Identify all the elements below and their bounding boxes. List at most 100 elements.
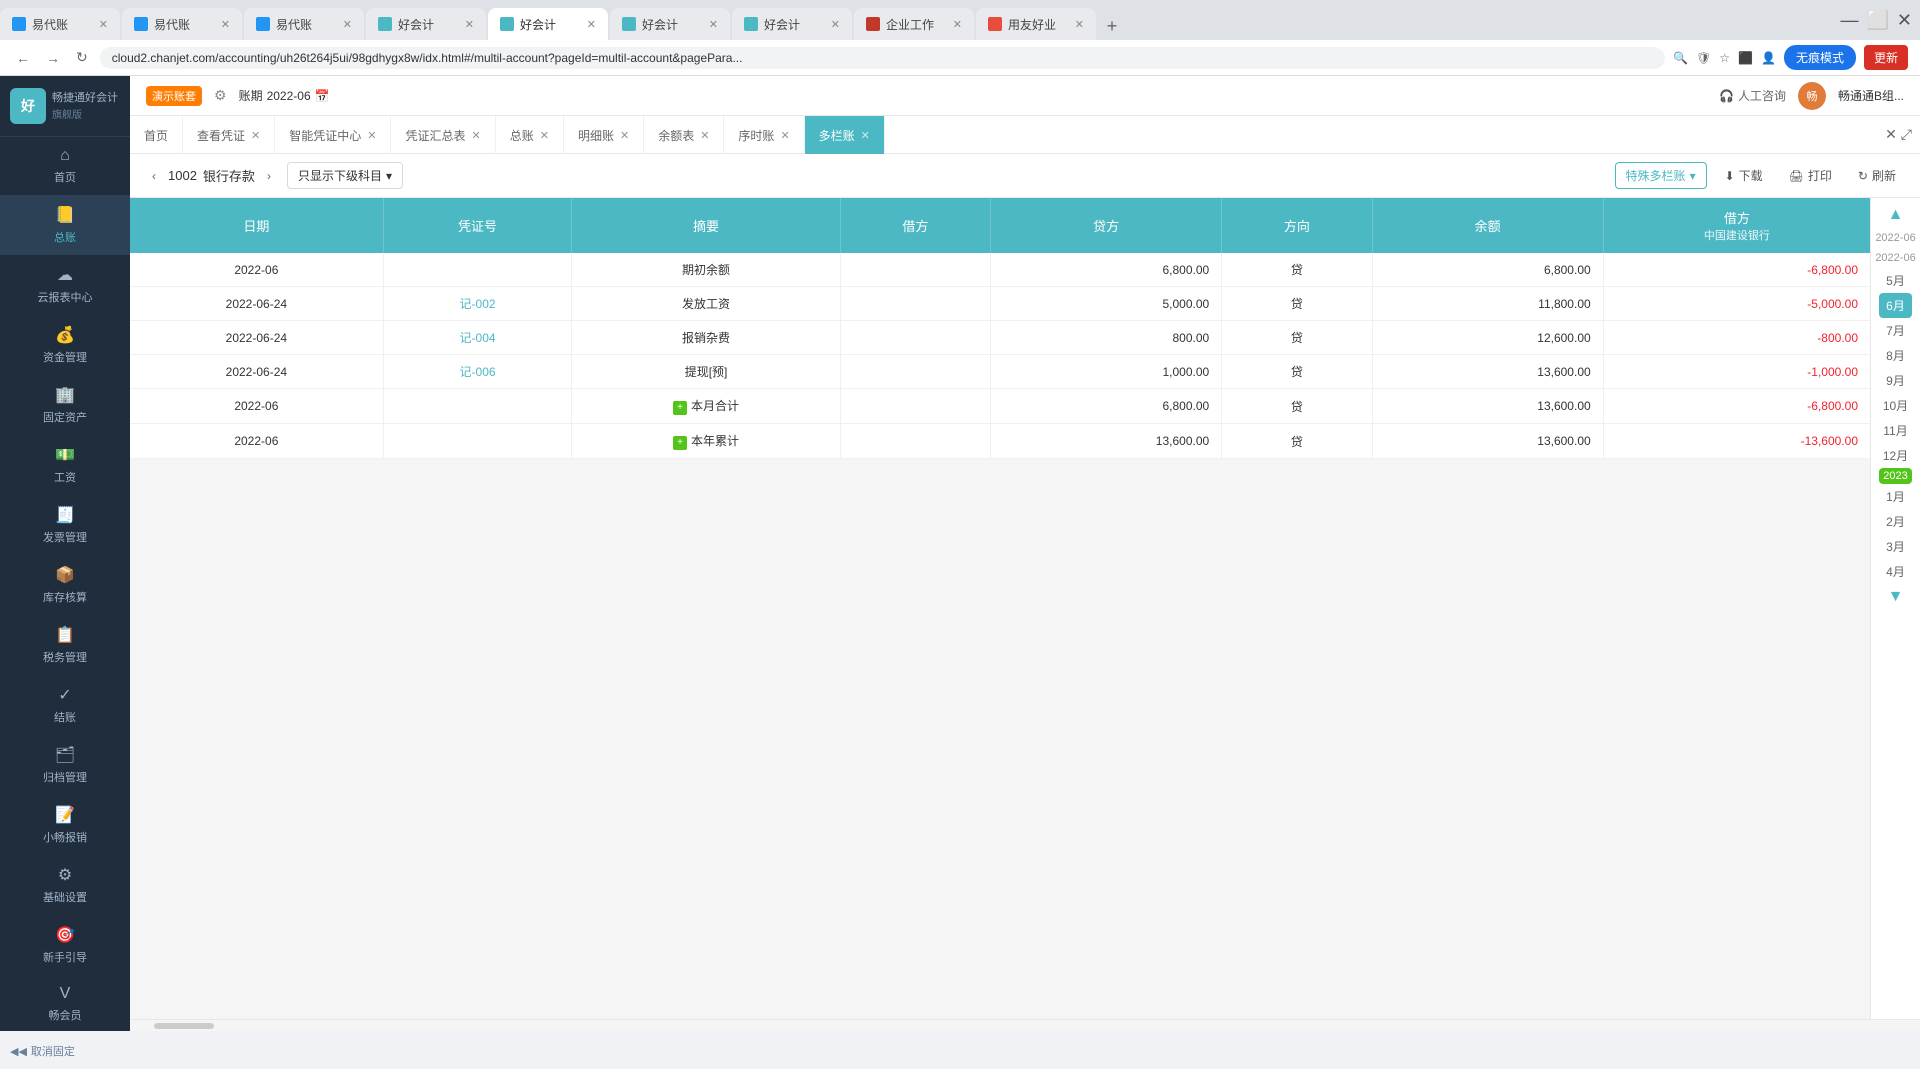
page-tab-4[interactable]: 总账 ✕ bbox=[496, 116, 564, 154]
page-tab-close-4[interactable]: ✕ bbox=[540, 129, 549, 142]
timeline-month-12月[interactable]: 12月 bbox=[1879, 443, 1911, 468]
horizontal-scrollbar[interactable] bbox=[130, 1019, 1920, 1031]
sidebar-item-工资[interactable]: 💵工资 bbox=[0, 435, 130, 495]
sidebar-item-结账[interactable]: ✓结账 bbox=[0, 675, 130, 735]
cell-voucher-3[interactable]: 记-006 bbox=[383, 355, 572, 389]
timeline-month-7月[interactable]: 7月 bbox=[1879, 318, 1911, 343]
voucher-link-3[interactable]: 记-006 bbox=[460, 365, 496, 379]
sidebar-item-畅会员[interactable]: V畅会员 bbox=[0, 975, 130, 1033]
table-row-0: 2022-06 期初余额 6,800.00 贷 6,800.00 -6,800.… bbox=[130, 253, 1870, 287]
page-tab-close-7[interactable]: ✕ bbox=[780, 129, 789, 142]
sidebar-item-云报表中心[interactable]: ☁云报表中心 bbox=[0, 255, 130, 315]
page-tab-6[interactable]: 余额表 ✕ bbox=[644, 116, 724, 154]
search-icon[interactable]: 🔍 bbox=[1673, 51, 1688, 65]
filter-dropdown[interactable]: 只显示下级科目 ▾ bbox=[287, 162, 403, 189]
cell-balance-1: 11,800.00 bbox=[1372, 287, 1603, 321]
scrollbar-thumb[interactable] bbox=[154, 1023, 214, 1029]
minimize-button[interactable]: — bbox=[1840, 10, 1858, 31]
forward-button[interactable]: → bbox=[42, 46, 64, 70]
timeline-month2-4月[interactable]: 4月 bbox=[1879, 559, 1911, 584]
close-window-button[interactable]: ✕ bbox=[1897, 10, 1912, 31]
page-tab-8[interactable]: 多栏账 ✕ bbox=[805, 116, 885, 154]
sidebar-item-小畅报销[interactable]: 📝小畅报销 bbox=[0, 795, 130, 855]
timeline-scroll-down[interactable]: ▼ bbox=[1884, 584, 1908, 610]
print-icon: 🖨 bbox=[1789, 169, 1804, 183]
browser-tab-2[interactable]: 易代账✕ bbox=[244, 8, 364, 40]
page-tab-0[interactable]: 首页 bbox=[130, 116, 183, 154]
sidebar-item-首页[interactable]: ⌂首页 bbox=[0, 137, 130, 195]
back-button[interactable]: ← bbox=[12, 46, 34, 70]
table-container[interactable]: 日期 凭证号 摘要 借方 贷方 方向 余额 借方 中国建设银行 bbox=[130, 198, 1870, 1019]
page-tab-5[interactable]: 明细账 ✕ bbox=[564, 116, 644, 154]
multi-col-button[interactable]: 特殊多栏账 ▾ bbox=[1615, 162, 1707, 189]
bookmark-icon[interactable]: ☆ bbox=[1719, 51, 1730, 65]
browser-tab-3[interactable]: 好会计✕ bbox=[366, 8, 486, 40]
refresh-button[interactable]: ↻ 刷新 bbox=[1850, 163, 1904, 188]
sidebar-item-发票管理[interactable]: 🧾发票管理 bbox=[0, 495, 130, 555]
sidebar-item-固定资产[interactable]: 🏢固定资产 bbox=[0, 375, 130, 435]
voucher-link-1[interactable]: 记-002 bbox=[460, 297, 496, 311]
profile-icon[interactable]: 👤 bbox=[1761, 51, 1776, 65]
timeline-month-8月[interactable]: 8月 bbox=[1879, 343, 1911, 368]
sidebar-item-库存核算[interactable]: 📦库存核算 bbox=[0, 555, 130, 615]
timeline-month2-3月[interactable]: 3月 bbox=[1879, 534, 1911, 559]
expand-panel-button[interactable]: ⤢ bbox=[1901, 126, 1912, 143]
timeline-month-11月[interactable]: 11月 bbox=[1879, 418, 1911, 443]
timeline-month2-2月[interactable]: 2月 bbox=[1879, 509, 1911, 534]
page-tab-close-6[interactable]: ✕ bbox=[700, 129, 709, 142]
download-button[interactable]: ⬇ 下载 bbox=[1717, 163, 1771, 188]
sidebar-item-基础设置[interactable]: ⚙基础设置 bbox=[0, 855, 130, 915]
settings-icon[interactable]: ⚙ bbox=[214, 87, 227, 104]
timeline-month-6月[interactable]: 6月 bbox=[1879, 293, 1911, 318]
sidebar-item-资金管理[interactable]: 💰资金管理 bbox=[0, 315, 130, 375]
browser-tab-8[interactable]: 用友好业✕ bbox=[976, 8, 1096, 40]
page-tab-close-8[interactable]: ✕ bbox=[861, 129, 870, 142]
cell-balance-4: 13,600.00 bbox=[1372, 389, 1603, 424]
browser-tab-0[interactable]: 易代账✕ bbox=[0, 8, 120, 40]
timeline-month2-1月[interactable]: 1月 bbox=[1879, 484, 1911, 509]
browser-tab-5[interactable]: 好会计✕ bbox=[610, 8, 730, 40]
th-balance: 余额 bbox=[1372, 198, 1603, 253]
browser-tab-4[interactable]: 好会计✕ bbox=[488, 8, 608, 40]
new-tab-button[interactable]: + bbox=[1098, 12, 1126, 40]
page-tab-close-2[interactable]: ✕ bbox=[367, 129, 376, 142]
browser-tab-7[interactable]: 企业工作✕ bbox=[854, 8, 974, 40]
page-tab-2[interactable]: 智能凭证中心 ✕ bbox=[275, 116, 391, 154]
window-extend-icon[interactable]: ⬛ bbox=[1738, 51, 1753, 65]
prev-subject-button[interactable]: ‹ bbox=[146, 167, 162, 185]
sidebar-unpin-button[interactable]: ◀◀ 取消固定 bbox=[0, 1033, 130, 1069]
voucher-link-2[interactable]: 记-004 bbox=[460, 331, 496, 345]
sidebar-item-税务管理[interactable]: 📋税务管理 bbox=[0, 615, 130, 675]
browser-tab-1[interactable]: 易代账✕ bbox=[122, 8, 242, 40]
service-button[interactable]: 🎧 人工咨询 bbox=[1719, 87, 1786, 104]
maximize-button[interactable]: ⬜ bbox=[1866, 10, 1888, 31]
page-tab-3[interactable]: 凭证汇总表 ✕ bbox=[391, 116, 495, 154]
timeline-scroll-up[interactable]: ▲ bbox=[1884, 202, 1908, 228]
close-panel-button[interactable]: ✕ bbox=[1885, 126, 1897, 143]
nav-icon-11: 📝 bbox=[55, 805, 75, 825]
calendar-icon[interactable]: 📅 bbox=[315, 89, 330, 103]
next-subject-button[interactable]: › bbox=[261, 167, 277, 185]
print-button[interactable]: 🖨 打印 bbox=[1781, 163, 1840, 188]
page-tab-close-3[interactable]: ✕ bbox=[472, 129, 481, 142]
update-button[interactable]: 更新 bbox=[1864, 45, 1908, 70]
timeline-month-5月[interactable]: 5月 bbox=[1879, 268, 1911, 293]
cell-voucher-2[interactable]: 记-004 bbox=[383, 321, 572, 355]
page-tab-close-1[interactable]: ✕ bbox=[251, 129, 260, 142]
timeline-year-badge[interactable]: 2023 bbox=[1879, 468, 1911, 484]
page-tab-1[interactable]: 查看凭证 ✕ bbox=[183, 116, 275, 154]
timeline-month-9月[interactable]: 9月 bbox=[1879, 368, 1911, 393]
cell-voucher-1[interactable]: 记-002 bbox=[383, 287, 572, 321]
sidebar-item-总账[interactable]: 📒总账 bbox=[0, 195, 130, 255]
page-tab-close-5[interactable]: ✕ bbox=[620, 129, 629, 142]
sidebar-item-归档管理[interactable]: 🗂归档管理 bbox=[0, 735, 130, 795]
timeline-month-10月[interactable]: 10月 bbox=[1879, 393, 1911, 418]
cell-summary-2: 报销杂费 bbox=[572, 321, 840, 355]
url-input[interactable] bbox=[100, 47, 1665, 69]
browser-tab-6[interactable]: 好会计✕ bbox=[732, 8, 852, 40]
sidebar-item-新手引导[interactable]: 🎯新手引导 bbox=[0, 915, 130, 975]
page-tab-7[interactable]: 序时账 ✕ bbox=[724, 116, 804, 154]
demo-badge[interactable]: 演示账套 bbox=[146, 86, 202, 106]
reload-button[interactable]: ↻ bbox=[72, 45, 92, 70]
no-trace-button[interactable]: 无痕模式 bbox=[1784, 45, 1856, 70]
